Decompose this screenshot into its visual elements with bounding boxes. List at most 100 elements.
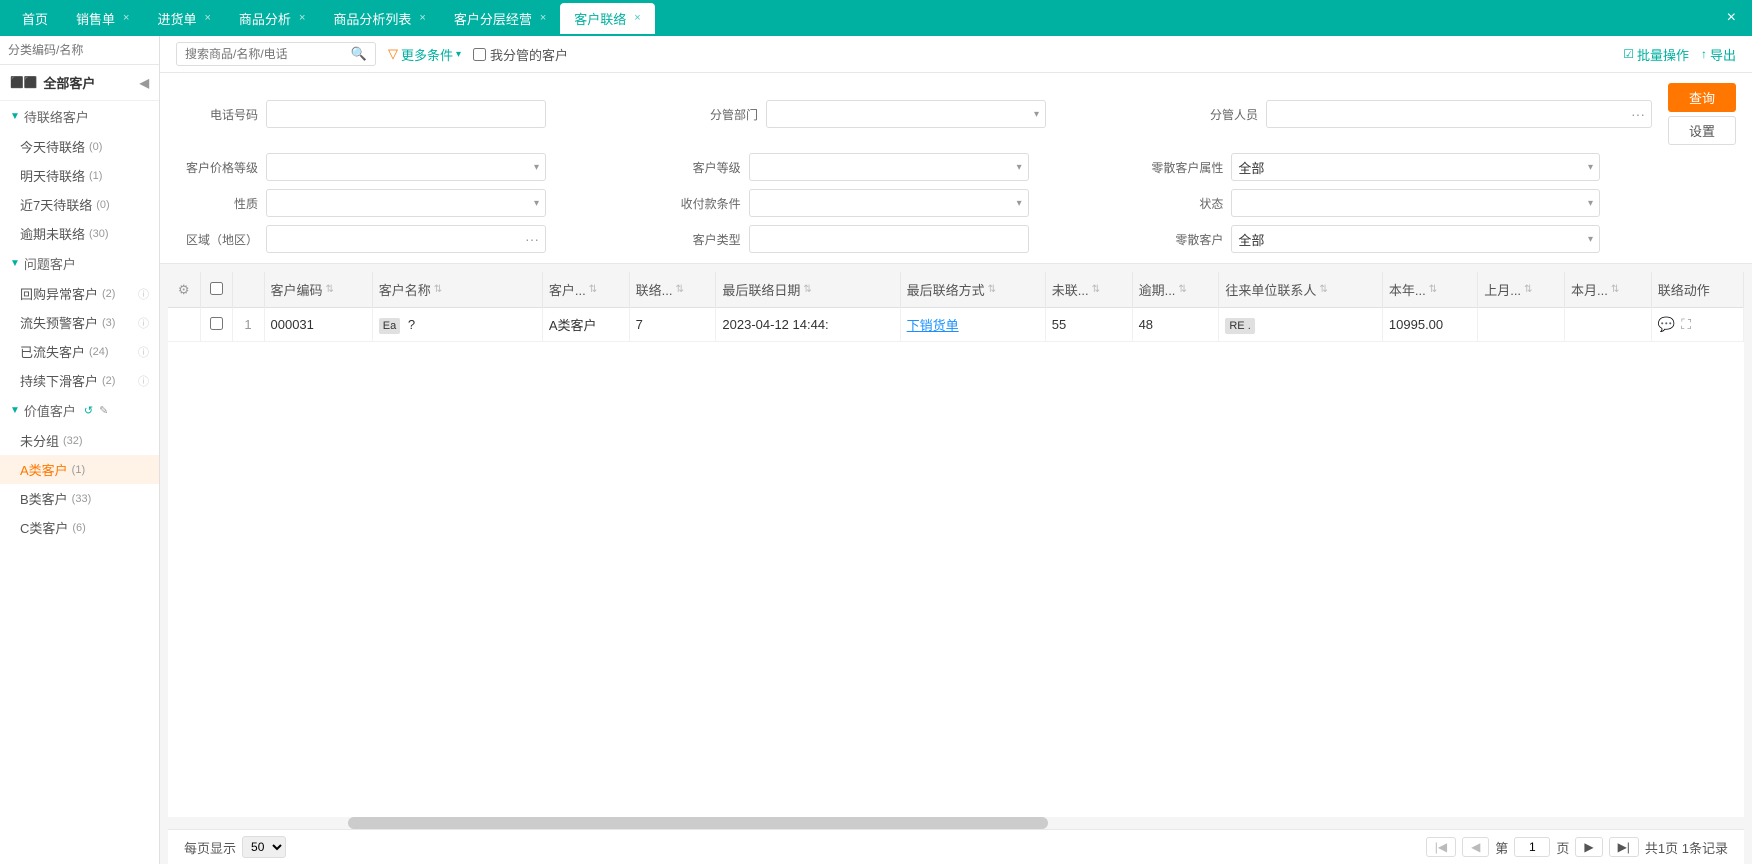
- my-customers-check[interactable]: [473, 48, 486, 61]
- row-last-method[interactable]: 下销货单: [900, 308, 1045, 342]
- col-no-contact[interactable]: 未联... ⇅: [1045, 272, 1132, 308]
- sidebar-group-value[interactable]: ▼ 价值客户 ↺ ✎: [0, 395, 159, 426]
- page-label: 第: [1495, 838, 1508, 857]
- col-code[interactable]: 客户编码 ⇅: [264, 272, 372, 308]
- sidebar-collapse-icon[interactable]: ◀: [140, 76, 149, 90]
- problem-arrow-icon: ▼: [10, 258, 20, 269]
- select-all-checkbox[interactable]: [210, 282, 223, 295]
- sidebar-item-class-c[interactable]: C类客户 (6): [0, 513, 159, 542]
- scrollbar-thumb[interactable]: [348, 817, 1048, 829]
- retail-attr-select[interactable]: 全部 ▾: [1231, 153, 1600, 181]
- tab-purchase[interactable]: 进货单 ×: [143, 3, 224, 34]
- main-search-input[interactable]: [185, 47, 347, 61]
- sidebar-item-churned[interactable]: 已流失客户 (24) ⓘ: [0, 337, 159, 366]
- col-overdue[interactable]: 逾期... ⇅: [1132, 272, 1219, 308]
- tab-product-analysis-list[interactable]: 商品分析列表 ×: [319, 3, 439, 34]
- first-page-button[interactable]: |◀: [1426, 837, 1456, 857]
- col-last-date[interactable]: 最后联络日期 ⇅: [716, 272, 900, 308]
- status-arrow-icon: ▾: [1588, 198, 1593, 209]
- sidebar-item-unclassified[interactable]: 未分组 (32): [0, 426, 159, 455]
- col-last-method[interactable]: 最后联络方式 ⇅: [900, 272, 1045, 308]
- sidebar-item-repurchase-abnormal[interactable]: 回购异常客户 (2) ⓘ: [0, 279, 159, 308]
- close-all-button[interactable]: ×: [1719, 9, 1744, 27]
- phone-input[interactable]: [266, 100, 546, 128]
- row-overdue: 48: [1132, 308, 1219, 342]
- batch-ops-button[interactable]: ☑ 批量操作: [1623, 45, 1689, 64]
- sidebar-item-churn-warning[interactable]: 流失预警客户 (3) ⓘ: [0, 308, 159, 337]
- sidebar-search-box[interactable]: 🔍: [0, 36, 159, 65]
- my-customers-checkbox[interactable]: 我分管的客户: [473, 45, 568, 64]
- row-message-icon[interactable]: 💬: [1658, 316, 1675, 333]
- person-select[interactable]: ···: [1266, 100, 1652, 128]
- tab-sales[interactable]: 销售单 ×: [62, 3, 143, 34]
- sort-last-date-icon: ⇅: [803, 284, 811, 295]
- col-settings[interactable]: ⚙: [168, 272, 200, 308]
- export-button[interactable]: ↑ 导出: [1701, 45, 1736, 64]
- tab-product-analysis[interactable]: 商品分析 ×: [225, 3, 319, 34]
- value-group-refresh-icon[interactable]: ↺: [84, 404, 93, 417]
- col-unit-contact[interactable]: 往来单位联系人 ⇅: [1219, 272, 1383, 308]
- prev-page-button[interactable]: ◀: [1462, 837, 1489, 857]
- status-select[interactable]: ▾: [1231, 189, 1600, 217]
- sidebar-group-problem[interactable]: ▼ 问题客户: [0, 248, 159, 279]
- per-page-label: 每页显示: [184, 838, 236, 857]
- row-checkbox[interactable]: [200, 308, 232, 342]
- nature-select[interactable]: ▾: [266, 189, 546, 217]
- row-select-checkbox[interactable]: [210, 317, 223, 330]
- filter-field-payment: 收付款条件 ▾: [659, 189, 1118, 217]
- home-tab[interactable]: 首页: [8, 3, 62, 34]
- more-conditions-button[interactable]: ▽ 更多条件 ▾: [388, 45, 461, 64]
- price-level-select[interactable]: ▾: [266, 153, 546, 181]
- row-link-icon[interactable]: ⛶: [1681, 316, 1691, 333]
- per-page-select[interactable]: 50: [242, 836, 286, 858]
- sidebar-item-class-b[interactable]: B类客户 (33): [0, 484, 159, 513]
- region-input[interactable]: ···: [266, 225, 546, 253]
- last-page-button[interactable]: ▶|: [1609, 837, 1639, 857]
- col-this-month[interactable]: 本月... ⇅: [1564, 272, 1651, 308]
- sidebar-item-tomorrow[interactable]: 明天待联络 (1): [0, 161, 159, 190]
- customer-level-arrow-icon: ▾: [1017, 162, 1022, 173]
- value-group-edit-icon[interactable]: ✎: [99, 404, 108, 417]
- retail-select[interactable]: 全部 ▾: [1231, 225, 1600, 253]
- tab-customer-contact[interactable]: 客户联络 ×: [560, 3, 654, 34]
- more-conditions-arrow-icon: ▾: [456, 49, 461, 60]
- close-customer-contact-tab[interactable]: ×: [634, 12, 640, 24]
- all-customers-header[interactable]: ⬛⬛ 全部客户 ◀: [0, 65, 159, 101]
- main-search-box[interactable]: 🔍: [176, 42, 376, 66]
- customer-type-input[interactable]: [749, 225, 1029, 253]
- close-purchase-tab[interactable]: ×: [204, 12, 210, 24]
- page-suffix-label: 页: [1556, 838, 1569, 857]
- sidebar-item-class-a[interactable]: A类客户 (1): [0, 455, 159, 484]
- sidebar-item-overdue[interactable]: 逾期未联络 (30): [0, 219, 159, 248]
- dept-select[interactable]: ▾: [766, 100, 1046, 128]
- settings-button[interactable]: 设置: [1668, 116, 1736, 145]
- col-contact[interactable]: 联络... ⇅: [629, 272, 716, 308]
- col-last-month[interactable]: 上月... ⇅: [1478, 272, 1565, 308]
- col-name[interactable]: 客户名称 ⇅: [372, 272, 542, 308]
- close-customer-segment-tab[interactable]: ×: [540, 12, 546, 24]
- filter-field-person: 分管人员 ···: [1176, 100, 1652, 128]
- horizontal-scrollbar[interactable]: [168, 817, 1744, 829]
- row-contact: 7: [629, 308, 716, 342]
- sidebar-search-input[interactable]: [8, 43, 160, 57]
- next-page-button[interactable]: ▶: [1575, 837, 1602, 857]
- col-this-year[interactable]: 本年... ⇅: [1382, 272, 1477, 308]
- col-type[interactable]: 客户... ⇅: [542, 272, 629, 308]
- col-checkbox[interactable]: [200, 272, 232, 308]
- phone-label: 电话号码: [176, 106, 266, 123]
- filter-field-customer-level: 客户等级 ▾: [659, 153, 1118, 181]
- tab-customer-segment[interactable]: 客户分层经营 ×: [440, 3, 560, 34]
- sidebar-item-today[interactable]: 今天待联络 (0): [0, 132, 159, 161]
- customer-level-select[interactable]: ▾: [749, 153, 1029, 181]
- page-number-input[interactable]: [1514, 837, 1550, 857]
- close-sales-tab[interactable]: ×: [123, 12, 129, 24]
- sidebar-item-declining[interactable]: 持续下滑客户 (2) ⓘ: [0, 366, 159, 395]
- payment-select[interactable]: ▾: [749, 189, 1029, 217]
- close-product-analysis-tab[interactable]: ×: [299, 12, 305, 24]
- sidebar-item-7days[interactable]: 近7天待联络 (0): [0, 190, 159, 219]
- sidebar-group-pending[interactable]: ▼ 待联络客户: [0, 101, 159, 132]
- search-button[interactable]: 查询: [1668, 83, 1736, 112]
- batch-ops-icon: ☑: [1623, 47, 1634, 61]
- close-product-analysis-list-tab[interactable]: ×: [419, 12, 425, 24]
- row-last-month: [1478, 308, 1565, 342]
